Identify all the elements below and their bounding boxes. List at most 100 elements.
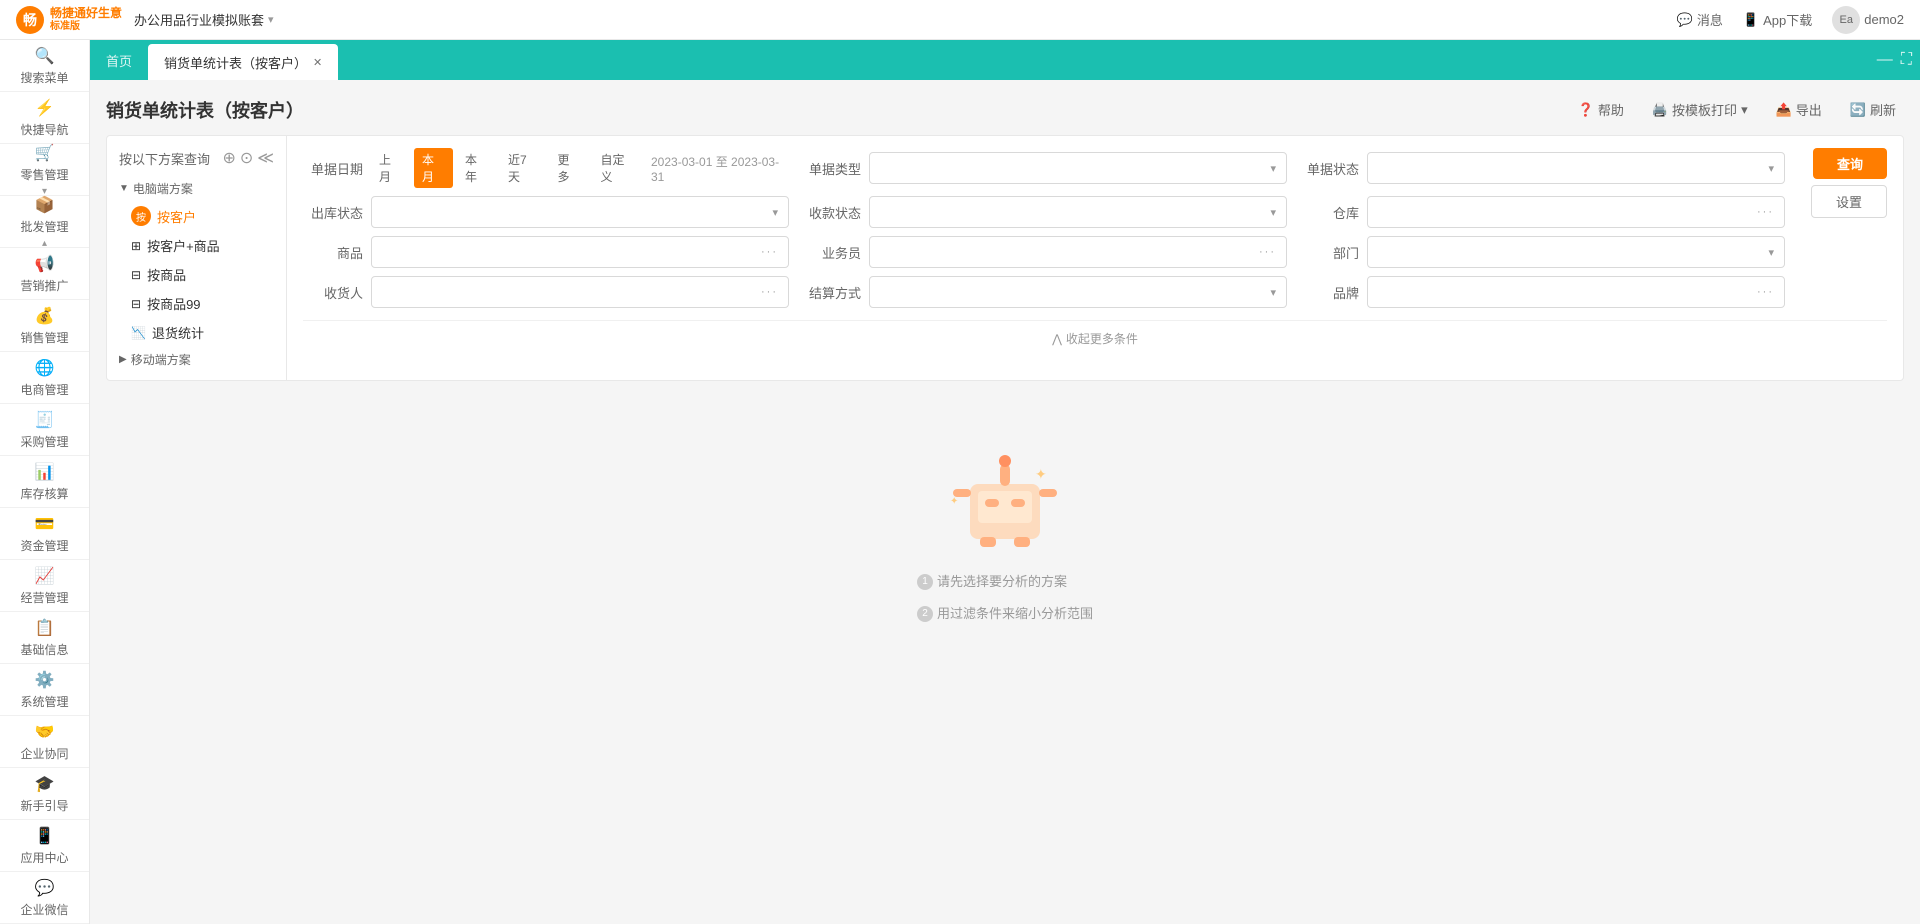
- scheme-item-by-customer-product[interactable]: ⊞ 按客户+商品: [107, 231, 286, 260]
- user-area[interactable]: Ea demo2: [1832, 6, 1904, 34]
- phone-icon: 📱: [1743, 12, 1759, 28]
- ecommerce-icon: 🌐: [35, 358, 55, 378]
- appcenter-icon: 📱: [35, 826, 55, 846]
- sidebar-item-search[interactable]: 🔍 搜索菜单: [0, 40, 89, 92]
- scheme-section-desktop-title[interactable]: ▼ 电脑端方案: [107, 176, 286, 201]
- dots-icon: ···: [761, 246, 778, 258]
- filter-group-salesperson: 业务员 ···: [801, 236, 1287, 268]
- sidebar-item-retail[interactable]: 🛒 零售管理 ▾: [0, 144, 89, 196]
- sidebar-item-newbie[interactable]: 🎓 新手引导: [0, 768, 89, 820]
- help-btn[interactable]: ❓ 帮助: [1570, 96, 1632, 123]
- main-layout: 🔍 搜索菜单 ⚡ 快捷导航 🛒 零售管理 ▾ 📦 批发管理 ▴ 📢 营销推广: [0, 40, 1920, 924]
- tab-actions: — ⛶: [1877, 51, 1920, 69]
- sidebar-item-appcenter[interactable]: 📱 应用中心: [0, 820, 89, 872]
- reset-button[interactable]: 设置: [1811, 185, 1887, 218]
- message-btn[interactable]: 💬 消息: [1677, 10, 1723, 29]
- department-input[interactable]: ▾: [1367, 236, 1785, 268]
- sidebar-item-entweixin[interactable]: 💬 企业微信: [0, 872, 89, 924]
- date-tab-custom[interactable]: 自定义: [592, 148, 643, 188]
- table2-icon: ⊟: [131, 297, 141, 311]
- filter-row-4: 收货人 ··· 结算方式: [303, 276, 1785, 308]
- sidebar-item-system[interactable]: ⚙️ 系统管理: [0, 664, 89, 716]
- dropdown-arrow-icon: ▾: [1270, 286, 1276, 299]
- dropdown-arrow-icon: ▾: [1270, 206, 1276, 219]
- scheme-item-return-stats[interactable]: 📉 退货统计: [107, 318, 286, 347]
- sidebar-item-finance[interactable]: 💳 资金管理: [0, 508, 89, 560]
- scheme-item-by-product-99[interactable]: ⊟ 按商品99: [107, 289, 286, 318]
- export-icon: 📤: [1776, 102, 1792, 118]
- dropdown-arrow-icon: ▾: [772, 206, 778, 219]
- collapse-icon: ⋀: [1052, 332, 1062, 346]
- empty-illustration: ✦ ✦: [945, 449, 1065, 549]
- date-tab-thisyear[interactable]: 本年: [457, 148, 496, 188]
- sidebar-item-cooperation[interactable]: 🤝 企业协同: [0, 716, 89, 768]
- window-maximize-btn[interactable]: ⛶: [1901, 51, 1912, 69]
- basic-icon: 📋: [35, 618, 55, 638]
- filter-group-receiver: 收货人 ···: [303, 276, 789, 308]
- sidebar-item-basic[interactable]: 📋 基础信息: [0, 612, 89, 664]
- scheme-settings-btn[interactable]: ⊙: [240, 148, 253, 168]
- content-area: 首页 销货单统计表（按客户） ✕ — ⛶ 销货单统计表（按客户）: [90, 40, 1920, 924]
- sidebar-item-quicknav[interactable]: ⚡ 快捷导航: [0, 92, 89, 144]
- date-tabs: 上月 本月 本年 近7天 更多 自定义: [371, 148, 643, 188]
- top-bar-right: 💬 消息 📱 App下载 Ea demo2: [1677, 6, 1904, 34]
- order-status-input[interactable]: ▾: [1367, 152, 1785, 184]
- scheme-icons: ⊕ ⊙ ≪: [222, 148, 274, 168]
- scheme-section-desktop: ▼ 电脑端方案 按 按客户 ⊞ 按客户+商品: [107, 176, 286, 347]
- scheme-add-btn[interactable]: ⊕: [222, 148, 235, 168]
- cooperation-icon: 🤝: [35, 722, 55, 742]
- date-filter: 上月 本月 本年 近7天 更多 自定义 2023-03-01 至 20: [371, 148, 789, 188]
- date-tab-7days[interactable]: 近7天: [500, 148, 545, 188]
- app-download-btn[interactable]: 📱 App下载: [1743, 10, 1812, 29]
- tab-close-icon[interactable]: ✕: [313, 56, 322, 69]
- receiver-input[interactable]: ···: [371, 276, 789, 308]
- scheme-collapse-btn[interactable]: ≪: [257, 148, 274, 168]
- query-button[interactable]: 查询: [1813, 148, 1887, 179]
- dots-icon: ···: [761, 286, 778, 298]
- collapse-btn[interactable]: ⋀ 收起更多条件: [1040, 327, 1150, 350]
- tab-sales-stats[interactable]: 销货单统计表（按客户） ✕: [148, 44, 338, 80]
- print-dropdown-icon: ▾: [1741, 102, 1748, 118]
- template-print-btn[interactable]: 🖨️ 按模板打印 ▾: [1644, 96, 1756, 123]
- filter-group-product: 商品 ···: [303, 236, 789, 268]
- scheme-section-mobile-title[interactable]: ▶ 移动端方案: [107, 347, 286, 372]
- filter-divider: [106, 381, 1904, 389]
- warehouse-input[interactable]: ···: [1367, 196, 1785, 228]
- sidebar-item-marketing[interactable]: 📢 营销推广: [0, 248, 89, 300]
- chart-icon: 📉: [131, 326, 146, 340]
- settlement-input[interactable]: ▾: [869, 276, 1287, 308]
- salesperson-input[interactable]: ···: [869, 236, 1287, 268]
- page-header: 销货单统计表（按客户） ❓ 帮助 🖨️ 按模板打印 ▾ 📤: [106, 96, 1904, 123]
- sidebar-item-operations[interactable]: 📈 经营管理: [0, 560, 89, 612]
- window-minimize-btn[interactable]: —: [1877, 51, 1893, 69]
- date-tab-more[interactable]: 更多: [549, 148, 588, 188]
- scheme-item-by-product[interactable]: ⊟ 按商品: [107, 260, 286, 289]
- order-type-input[interactable]: ▾: [869, 152, 1287, 184]
- purchase-icon: 🧾: [35, 410, 55, 430]
- top-bar: 畅 畅捷通好生意 标准版 办公用品行业模拟账套 ▾ 💬 消息 📱 App下载: [0, 0, 1920, 40]
- sidebar-item-purchase[interactable]: 🧾 采购管理: [0, 404, 89, 456]
- tab-home[interactable]: 首页: [90, 40, 148, 80]
- refresh-icon: 🔄: [1850, 102, 1866, 118]
- scheme-item-by-customer[interactable]: 按 按客户: [107, 201, 286, 231]
- payment-input[interactable]: ▾: [869, 196, 1287, 228]
- sidebar-item-inventory[interactable]: 📊 库存核算: [0, 456, 89, 508]
- filter-group-department: 部门 ▾: [1299, 236, 1785, 268]
- date-tab-lastmonth[interactable]: 上月: [371, 148, 410, 188]
- brand-input[interactable]: ···: [1367, 276, 1785, 308]
- export-btn[interactable]: 📤 导出: [1768, 96, 1830, 123]
- search-icon: 🔍: [35, 46, 55, 66]
- date-tab-thismonth[interactable]: 本月: [414, 148, 453, 188]
- empty-hints: 1 请先选择要分析的方案 2 用过滤条件来缩小分析范围: [917, 569, 1093, 633]
- avatar: Ea: [1832, 6, 1860, 34]
- svg-text:✦: ✦: [1035, 466, 1047, 482]
- sidebar-item-sales[interactable]: 💰 销售管理: [0, 300, 89, 352]
- app-title[interactable]: 办公用品行业模拟账套 ▾: [134, 10, 274, 29]
- product-input[interactable]: ···: [371, 236, 789, 268]
- inventory-icon: 📊: [35, 462, 55, 482]
- refresh-btn[interactable]: 🔄 刷新: [1842, 96, 1904, 123]
- shipment-input[interactable]: ▾: [371, 196, 789, 228]
- sidebar-item-wholesale[interactable]: 📦 批发管理 ▴: [0, 196, 89, 248]
- sales-icon: 💰: [35, 306, 55, 326]
- sidebar-item-ecommerce[interactable]: 🌐 电商管理: [0, 352, 89, 404]
